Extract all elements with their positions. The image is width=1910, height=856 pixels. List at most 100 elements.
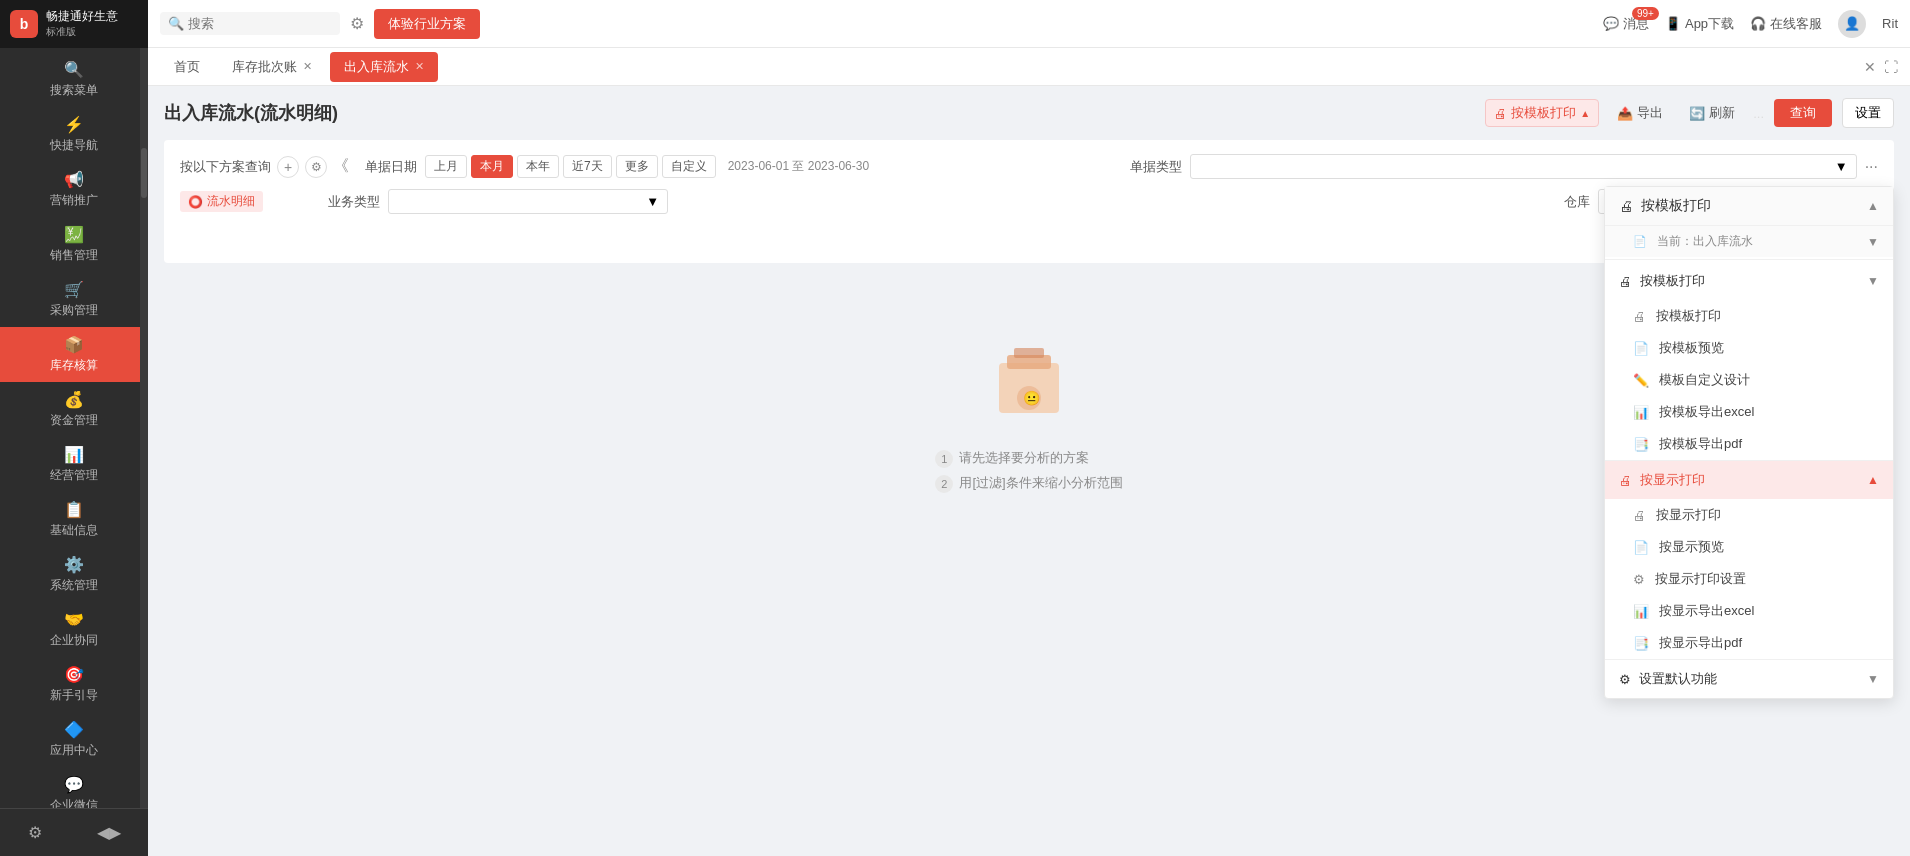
sidebar-item-purchase[interactable]: 🛒 采购管理 xyxy=(0,272,148,327)
settings-btn[interactable]: 设置 xyxy=(1842,98,1894,128)
refresh-btn[interactable]: 🔄 刷新 xyxy=(1681,100,1743,126)
svg-text:😐: 😐 xyxy=(1023,390,1041,407)
search-box[interactable]: 🔍 xyxy=(160,12,340,35)
sidebar-item-system[interactable]: ⚙️ 系统管理 xyxy=(0,547,148,602)
sidebar-item-finance[interactable]: 💰 资金管理 xyxy=(0,382,148,437)
template-custom-item[interactable]: ✏️ 模板自定义设计 xyxy=(1605,364,1893,396)
filter-row-1: 按以下方案查询 + ⚙ 《 单据日期 上月 本月 本年 近7天 更多 自定义 xyxy=(180,154,1878,179)
tag-icon: ⭕ xyxy=(188,195,203,209)
biz-type-select[interactable]: ▼ xyxy=(388,189,668,214)
service-icon: 🎧 xyxy=(1750,16,1766,31)
tab-inventory-flow[interactable]: 出入库流水 ✕ xyxy=(330,52,438,82)
sidebar-item-marketing[interactable]: 📢 营销推广 xyxy=(0,162,148,217)
biz-type-chevron-icon: ▼ xyxy=(646,194,659,209)
item-pdf-icon: 📑 xyxy=(1633,437,1649,452)
win-close-btn[interactable]: ✕ xyxy=(1864,59,1876,75)
dropdown-header-title: 🖨 按模板打印 xyxy=(1619,197,1711,215)
dropdown-header-arrow[interactable]: ▲ xyxy=(1867,199,1879,213)
sidebar-item-sales[interactable]: 💹 销售管理 xyxy=(0,217,148,272)
template-export-excel-item[interactable]: 📊 按模板导出excel xyxy=(1605,396,1893,428)
display-export-pdf-item[interactable]: 📑 按显示导出pdf xyxy=(1605,627,1893,659)
display-print-section: 🖨 按显示打印 ▲ 🖨 按显示打印 📄 按显示预览 ⚙ 按显示打印设置 xyxy=(1605,461,1893,660)
display-print-header[interactable]: 🖨 按显示打印 ▲ xyxy=(1605,461,1893,499)
dropdown-header: 🖨 按模板打印 ▲ xyxy=(1605,187,1893,226)
doc-type-more-icon[interactable]: ··· xyxy=(1865,158,1878,176)
page-actions: 🖨 按模板打印 ▲ 📤 导出 🔄 刷新 ... 查询 设置 xyxy=(1485,98,1894,128)
app-download-icon: 📱 xyxy=(1665,16,1681,31)
set-default-icon: ⚙ xyxy=(1619,672,1631,687)
filter-settings-btn[interactable]: ⚙ xyxy=(305,156,327,178)
print-template-btn[interactable]: 🖨 按模板打印 ▲ xyxy=(1485,99,1599,127)
username[interactable]: Rit xyxy=(1882,16,1898,31)
collapse-footer-btn[interactable]: ◀▶ xyxy=(93,819,125,846)
template-print-item[interactable]: 🖨 按模板打印 xyxy=(1605,300,1893,332)
date-btn-this-year[interactable]: 本年 xyxy=(517,155,559,178)
quick-nav-icon: ⚡ xyxy=(64,115,84,134)
set-default-section[interactable]: ⚙ 设置默认功能 ▼ xyxy=(1605,660,1893,698)
app-download-btn[interactable]: 📱 App下载 xyxy=(1665,15,1734,33)
page-header: 出入库流水(流水明细) 🖨 按模板打印 ▲ 📤 导出 🔄 刷新 ... 查询 设… xyxy=(164,98,1894,128)
online-service-btn[interactable]: 🎧 在线客服 xyxy=(1750,15,1822,33)
sidebar-footer: ⚙ ◀▶ xyxy=(0,808,148,856)
date-btn-more[interactable]: 更多 xyxy=(616,155,658,178)
win-maximize-btn[interactable]: ⛶ xyxy=(1884,59,1898,75)
sidebar-item-enterprise-wechat[interactable]: 💬 企业微信 xyxy=(0,767,148,808)
export-icon: 📤 xyxy=(1617,106,1633,121)
trial-button[interactable]: 体验行业方案 xyxy=(374,9,480,39)
display-preview-item[interactable]: 📄 按显示预览 xyxy=(1605,531,1893,563)
warehouse-label: 仓库 xyxy=(1564,193,1590,211)
biz-type-filter: ⭕ 流水明细 业务类型 ▼ xyxy=(180,189,668,214)
guide-icon: 🎯 xyxy=(64,665,84,684)
display-print-settings-item[interactable]: ⚙ 按显示打印设置 xyxy=(1605,563,1893,595)
tab-batch-ledger[interactable]: 库存批次账 ✕ xyxy=(218,52,326,82)
flow-detail-tag: ⭕ 流水明细 xyxy=(180,191,263,212)
date-btn-this-month[interactable]: 本月 xyxy=(471,155,513,178)
display-item-pdf-icon: 📑 xyxy=(1633,636,1649,651)
search-input[interactable] xyxy=(188,16,318,31)
item-excel-icon: 📊 xyxy=(1633,405,1649,420)
header-gear-icon[interactable]: ⚙ xyxy=(350,14,364,33)
tab-inventory-flow-close[interactable]: ✕ xyxy=(415,60,424,73)
purchase-icon: 🛒 xyxy=(64,280,84,299)
date-filter: 单据日期 上月 本月 本年 近7天 更多 自定义 2023-06-01 至 20… xyxy=(365,155,1114,178)
sidebar-item-inventory[interactable]: 📦 库存核算 xyxy=(0,327,148,382)
sidebar-item-quick-nav[interactable]: ⚡ 快捷导航 xyxy=(0,107,148,162)
display-print-item[interactable]: 🖨 按显示打印 xyxy=(1605,499,1893,531)
export-btn[interactable]: 📤 导出 xyxy=(1609,100,1671,126)
sidebar-item-app-center[interactable]: 🔷 应用中心 xyxy=(0,712,148,767)
tab-batch-ledger-close[interactable]: ✕ xyxy=(303,60,312,73)
template-preview-item[interactable]: 📄 按模板预览 xyxy=(1605,332,1893,364)
header-right: 💬 消息 99+ 📱 App下载 🎧 在线客服 👤 Rit xyxy=(1603,10,1898,38)
template-export-pdf-item[interactable]: 📑 按模板导出pdf xyxy=(1605,428,1893,460)
display-section-arrow: ▲ xyxy=(1867,473,1879,487)
display-export-excel-item[interactable]: 📊 按显示导出excel xyxy=(1605,595,1893,627)
empty-illustration: 😐 xyxy=(979,333,1079,433)
marketing-icon: 📢 xyxy=(64,170,84,189)
template-print-section: 🖨 按模板打印 ▼ 🖨 按模板打印 📄 按模板预览 ✏️ 模板自定义设计 xyxy=(1605,262,1893,461)
doc-type-select[interactable]: ▼ xyxy=(1190,154,1857,179)
filter-collapse-icon[interactable]: 《 xyxy=(333,156,349,177)
date-btn-last-month[interactable]: 上月 xyxy=(425,155,467,178)
messages-btn[interactable]: 💬 消息 99+ xyxy=(1603,15,1649,33)
empty-tip-2: 2 用[过滤]条件来缩小分析范围 xyxy=(935,474,1122,493)
basic-icon: 📋 xyxy=(64,500,84,519)
template-print-header[interactable]: 🖨 按模板打印 ▼ xyxy=(1605,262,1893,300)
date-btn-custom[interactable]: 自定义 xyxy=(662,155,716,178)
tab-bar: 首页 库存批次账 ✕ 出入库流水 ✕ ✕ ⛶ xyxy=(148,48,1910,86)
item-print-icon: 🖨 xyxy=(1633,309,1646,324)
sidebar-item-search[interactable]: 🔍 搜索菜单 xyxy=(0,52,148,107)
query-btn[interactable]: 查询 xyxy=(1774,99,1832,127)
sidebar-nav: 🔍 搜索菜单 ⚡ 快捷导航 📢 营销推广 💹 销售管理 🛒 采购管理 📦 库存核… xyxy=(0,48,148,808)
sidebar-item-guide[interactable]: 🎯 新手引导 xyxy=(0,657,148,712)
sidebar-item-basic[interactable]: 📋 基础信息 xyxy=(0,492,148,547)
main-area: 🔍 ⚙ 体验行业方案 💬 消息 99+ 📱 App下载 🎧 在线客服 👤 Rit xyxy=(148,0,1910,856)
page-title: 出入库流水(流水明细) xyxy=(164,101,338,125)
date-btn-7days[interactable]: 近7天 xyxy=(563,155,612,178)
sidebar-item-operation[interactable]: 📊 经营管理 xyxy=(0,437,148,492)
tab-home[interactable]: 首页 xyxy=(160,52,214,82)
filter-add-btn[interactable]: + xyxy=(277,156,299,178)
settings-footer-btn[interactable]: ⚙ xyxy=(24,819,46,846)
chevron-up-icon: ▲ xyxy=(1580,108,1590,119)
doc-type-label: 单据类型 xyxy=(1130,158,1182,176)
sidebar-item-enterprise[interactable]: 🤝 企业协同 xyxy=(0,602,148,657)
